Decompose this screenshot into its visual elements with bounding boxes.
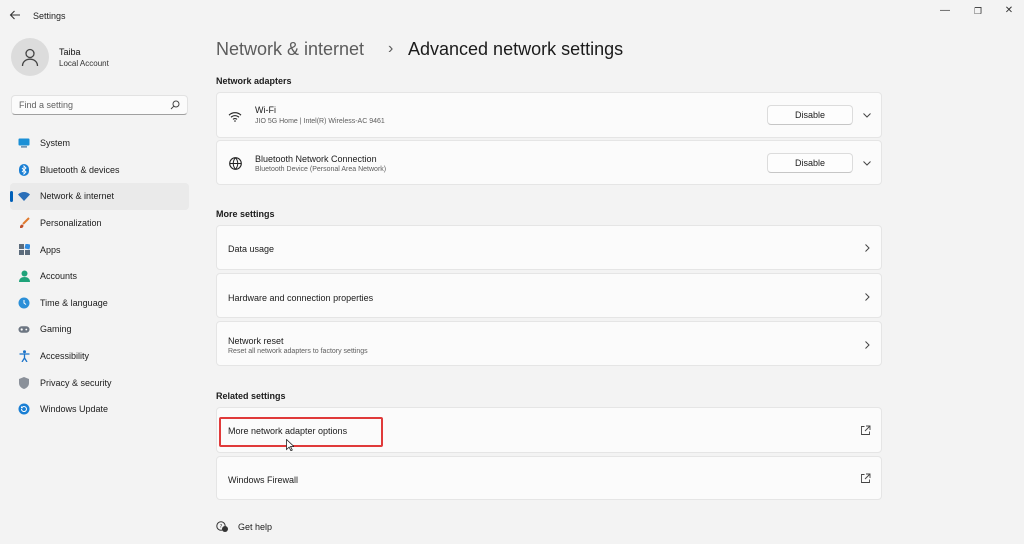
bluetooth-icon <box>18 163 30 176</box>
open-external-icon <box>861 473 871 483</box>
chevron-right-icon <box>865 244 870 252</box>
search-input[interactable] <box>19 100 169 110</box>
adapter-name: Bluetooth Network Connection <box>255 154 377 164</box>
back-arrow-icon[interactable] <box>9 9 23 23</box>
setting-row-label: Network reset <box>228 336 284 346</box>
breadcrumb-separator: › <box>388 40 394 57</box>
section-title-more-settings: More settings <box>216 209 275 219</box>
setting-row-data-usage[interactable]: Data usage <box>216 225 882 270</box>
page-title: Advanced network settings <box>408 39 624 59</box>
sidebar-item-label: Accessibility <box>40 351 90 362</box>
sidebar-item-system[interactable]: System <box>10 130 189 157</box>
breadcrumb-parent[interactable]: Network & internet <box>216 39 364 60</box>
wifi-icon <box>18 190 30 202</box>
sidebar-item-label: Bluetooth & devices <box>40 164 120 175</box>
title-bar: Settings — ❐ ✕ <box>0 0 1024 32</box>
shield-icon <box>18 376 30 389</box>
maximize-icon[interactable]: ❐ <box>970 5 986 17</box>
sidebar-item-label: Time & language <box>40 297 108 308</box>
help-chat-icon: ? <box>216 521 228 532</box>
sidebar-item-label: Network & internet <box>40 191 115 202</box>
get-help-link[interactable]: ? Get help <box>216 521 272 533</box>
system-icon <box>18 137 30 149</box>
adapter-detail: Bluetooth Device (Personal Area Network) <box>255 166 387 173</box>
sidebar-item-label: Privacy & security <box>40 377 112 388</box>
gamepad-icon <box>18 323 30 335</box>
user-name: Taiba <box>59 47 81 57</box>
sidebar-item-label: System <box>40 138 71 149</box>
search-icon <box>170 100 180 110</box>
disable-bluetooth-button[interactable]: Disable <box>767 153 853 173</box>
sidebar-item-bluetooth[interactable]: Bluetooth & devices <box>10 157 189 184</box>
app-title: Settings <box>33 11 66 21</box>
adapter-detail: JIO 5G Home | Intel(R) Wireless-AC 9461 <box>255 118 385 125</box>
setting-row-label: Windows Firewall <box>228 475 299 485</box>
sidebar-item-network[interactable]: Network & internet <box>10 183 189 210</box>
update-icon <box>18 403 30 415</box>
sidebar-item-gaming[interactable]: Gaming <box>10 316 189 343</box>
sidebar-item-accessibility[interactable]: Accessibility <box>10 343 189 370</box>
sidebar-item-label: Personalization <box>40 218 102 229</box>
sidebar-item-accounts[interactable]: Accounts <box>10 263 189 290</box>
person-icon <box>18 270 30 283</box>
sidebar-item-apps[interactable]: Apps <box>10 236 189 263</box>
open-external-icon <box>861 425 871 435</box>
chevron-right-icon <box>865 293 870 301</box>
get-help-label: Get help <box>238 522 273 532</box>
sidebar-item-label: Accounts <box>40 271 78 282</box>
setting-row-windows-firewall[interactable]: Windows Firewall <box>216 456 882 500</box>
globe-clock-icon <box>18 297 30 309</box>
sidebar-item-time-language[interactable]: Time & language <box>10 290 189 317</box>
mouse-cursor-icon <box>286 439 294 451</box>
sidebar-item-windows-update[interactable]: Windows Update <box>10 396 189 423</box>
sidebar-nav: System Bluetooth & devices Network & int… <box>10 130 189 423</box>
person-icon <box>21 48 39 67</box>
setting-row-network-reset[interactable]: Network reset Reset all network adapters… <box>216 321 882 366</box>
chevron-down-icon[interactable] <box>861 157 873 169</box>
adapter-card-wifi[interactable]: Wi-Fi JIO 5G Home | Intel(R) Wireless-AC… <box>216 92 882 138</box>
brush-icon <box>18 217 30 229</box>
wifi-icon <box>228 109 242 123</box>
setting-row-hardware-properties[interactable]: Hardware and connection properties <box>216 273 882 318</box>
minimize-icon[interactable]: — <box>937 5 953 17</box>
setting-row-label: Data usage <box>228 244 275 254</box>
close-icon[interactable]: ✕ <box>1001 5 1017 17</box>
highlight-box <box>219 417 383 447</box>
setting-row-detail: Reset all network adapters to factory se… <box>228 348 368 355</box>
sidebar-item-personalization[interactable]: Personalization <box>10 210 189 237</box>
search-box[interactable] <box>11 95 188 115</box>
chevron-down-icon[interactable] <box>861 109 873 121</box>
sidebar-item-label: Apps <box>40 244 61 255</box>
accessibility-icon <box>18 350 30 363</box>
sidebar-item-privacy[interactable]: Privacy & security <box>10 369 189 396</box>
sidebar-item-label: Gaming <box>40 324 72 335</box>
globe-icon <box>228 156 242 170</box>
disable-wifi-button[interactable]: Disable <box>767 105 853 125</box>
adapter-card-bluetooth[interactable]: Bluetooth Network Connection Bluetooth D… <box>216 140 882 185</box>
adapter-name: Wi-Fi <box>255 105 276 115</box>
avatar[interactable] <box>11 38 49 76</box>
svg-text:?: ? <box>220 524 223 530</box>
apps-icon <box>18 244 30 256</box>
setting-row-label: Hardware and connection properties <box>228 293 374 303</box>
chevron-right-icon <box>865 341 870 349</box>
sidebar-item-label: Windows Update <box>40 404 109 415</box>
section-title-network-adapters: Network adapters <box>216 76 292 86</box>
section-title-related-settings: Related settings <box>216 391 286 401</box>
account-type: Local Account <box>59 59 109 68</box>
